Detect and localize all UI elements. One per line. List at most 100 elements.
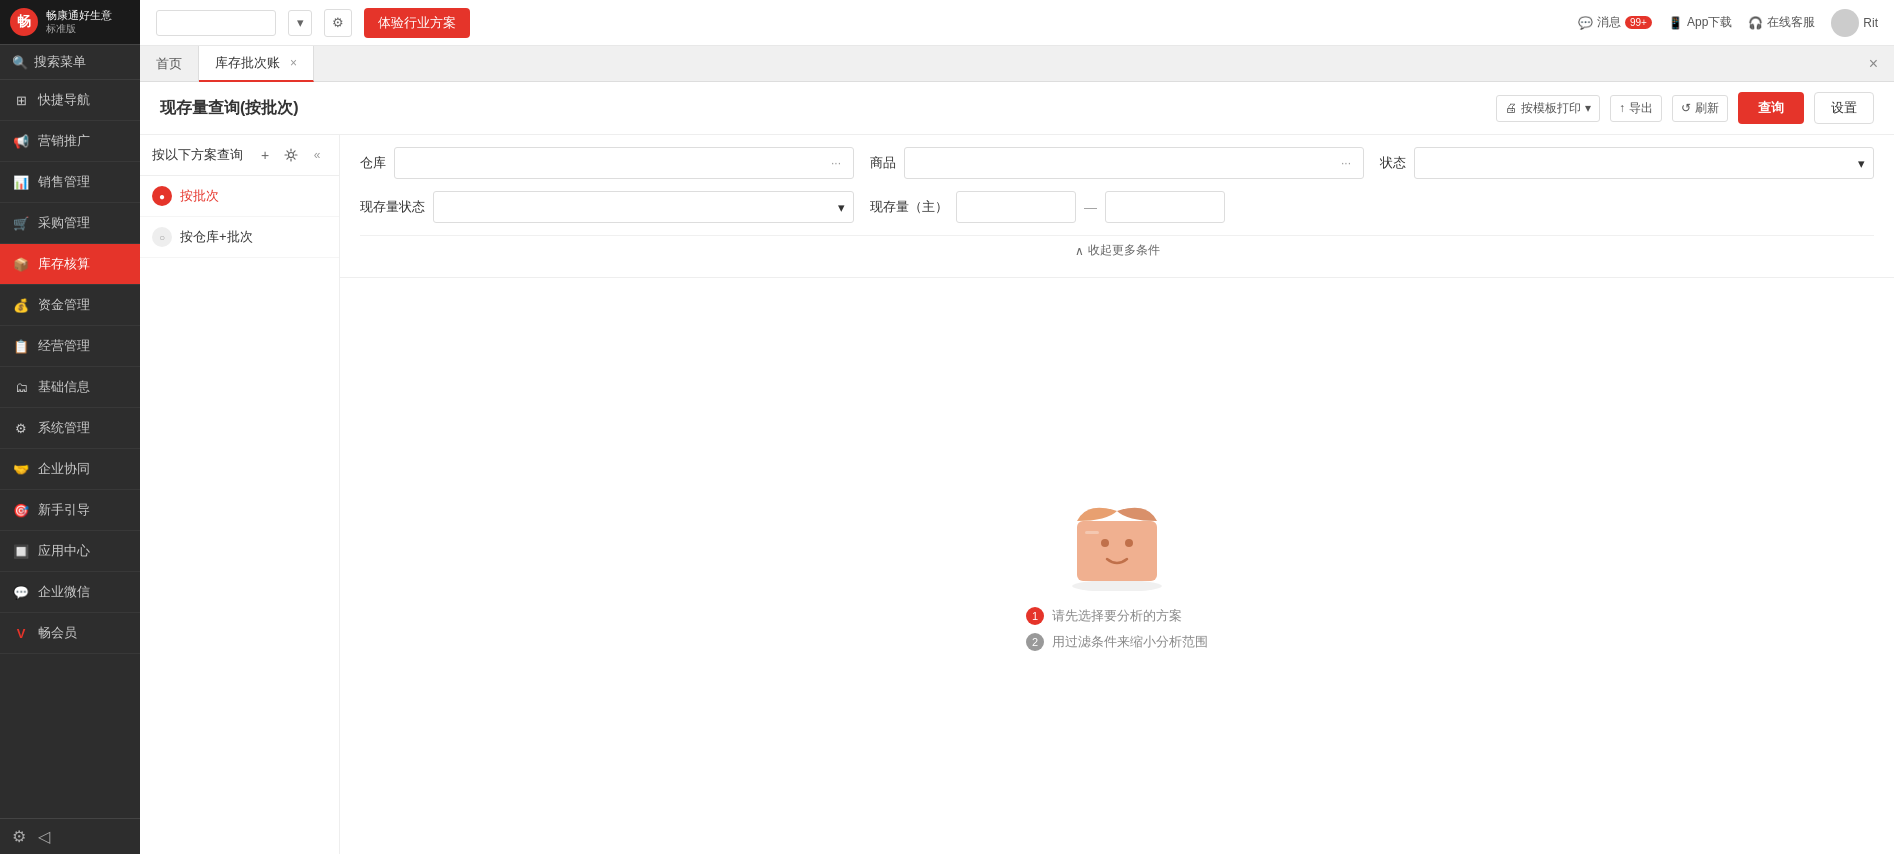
sidebar-footer: ⚙ ◁	[0, 818, 140, 854]
sidebar-item-label: 快捷导航	[38, 91, 90, 109]
sidebar-item-system[interactable]: ⚙ 系统管理	[0, 408, 140, 449]
svg-point-0	[289, 153, 294, 158]
sidebar-item-apps[interactable]: 🔲 应用中心	[0, 531, 140, 572]
sidebar-item-purchase[interactable]: 🛒 采购管理	[0, 203, 140, 244]
marketing-icon: 📢	[12, 132, 30, 150]
finance-icon: 💰	[12, 296, 30, 314]
sidebar-item-sales[interactable]: 📊 销售管理	[0, 162, 140, 203]
sidebar-item-label: 畅会员	[38, 624, 77, 642]
left-panel-actions: + «	[255, 145, 327, 165]
empty-illustration	[1057, 481, 1177, 591]
sidebar-settings-icon[interactable]: ⚙	[12, 827, 26, 846]
online-service-btn[interactable]: 🎧 在线客服	[1748, 14, 1815, 31]
export-btn[interactable]: ↑ 导出	[1610, 95, 1662, 122]
scheme-label: 按批次	[180, 187, 219, 205]
sidebar-item-label: 库存核算	[38, 255, 90, 273]
status-dropdown-icon: ▾	[1858, 156, 1865, 171]
tab-close-btn[interactable]: ×	[290, 56, 297, 70]
gear-icon: ⚙	[332, 15, 344, 30]
sidebar-item-wechat[interactable]: 💬 企业微信	[0, 572, 140, 613]
app-download-btn[interactable]: 📱 App下载	[1668, 14, 1732, 31]
sidebar-item-newbie[interactable]: 🎯 新手引导	[0, 490, 140, 531]
tab-home[interactable]: 首页	[140, 46, 199, 82]
app-logo: 畅	[10, 8, 38, 36]
sidebar-item-label: 企业微信	[38, 583, 90, 601]
print-dropdown-icon: ▾	[1585, 101, 1591, 115]
sidebar-item-operation[interactable]: 📋 经营管理	[0, 326, 140, 367]
inventory-status-select[interactable]: ▾	[433, 191, 854, 223]
inventory-amount-end-input[interactable]	[1114, 200, 1282, 215]
trial-button[interactable]: 体验行业方案	[364, 8, 470, 38]
main-area: ▾ ⚙ 体验行业方案 💬 消息 99+ 📱 App下载 🎧 在线客服 Rit	[140, 0, 1894, 854]
sidebar-item-label: 营销推广	[38, 132, 90, 150]
scheme-settings-btn[interactable]	[281, 145, 301, 165]
sidebar-item-label: 基础信息	[38, 378, 90, 396]
empty-tip-2: 2 用过滤条件来缩小分析范围	[1026, 633, 1208, 651]
wechat-icon: 💬	[12, 583, 30, 601]
warehouse-input-wrapper[interactable]: ···	[394, 147, 854, 179]
member-icon: V	[12, 624, 30, 642]
sidebar-item-marketing[interactable]: 📢 营销推广	[0, 121, 140, 162]
sidebar-item-enterprise[interactable]: 🤝 企业协同	[0, 449, 140, 490]
page-header-actions: 🖨 按模板打印 ▾ ↑ 导出 ↺ 刷新 查询 设置	[1496, 92, 1874, 124]
scheme-item-by-warehouse-batch[interactable]: ○ 按仓库+批次	[140, 217, 339, 258]
empty-tips: 1 请先选择要分析的方案 2 用过滤条件来缩小分析范围	[1026, 607, 1208, 651]
warehouse-input[interactable]	[403, 156, 827, 171]
query-btn[interactable]: 查询	[1738, 92, 1804, 124]
svg-point-4	[1125, 539, 1133, 547]
export-icon: ↑	[1619, 101, 1625, 115]
warehouse-more-btn[interactable]: ···	[827, 156, 845, 170]
topbar-dropdown-btn[interactable]: ▾	[288, 10, 312, 36]
refresh-btn[interactable]: ↺ 刷新	[1672, 95, 1728, 122]
messages-btn[interactable]: 💬 消息 99+	[1578, 14, 1652, 31]
product-more-btn[interactable]: ···	[1337, 156, 1355, 170]
search-label: 搜索菜单	[34, 53, 86, 71]
tab-inventory-batch[interactable]: 库存批次账 ×	[199, 46, 314, 82]
settings-btn[interactable]: 设置	[1814, 92, 1874, 124]
topbar-nav-input[interactable]	[156, 10, 276, 36]
empty-state: 1 请先选择要分析的方案 2 用过滤条件来缩小分析范围	[340, 278, 1894, 854]
sidebar-nav: ⊞ 快捷导航 📢 营销推广 📊 销售管理 🛒 采购管理 📦 库存核算 💰 资金管…	[0, 80, 140, 818]
sidebar: 畅 畅康通好生意 标准版 🔍 搜索菜单 ⊞ 快捷导航 📢 营销推广 📊 销售管理…	[0, 0, 140, 854]
sidebar-item-inventory[interactable]: 📦 库存核算	[0, 244, 140, 285]
sidebar-item-member[interactable]: V 畅会员	[0, 613, 140, 654]
print-btn[interactable]: 🖨 按模板打印 ▾	[1496, 95, 1600, 122]
sidebar-item-label: 企业协同	[38, 460, 90, 478]
service-icon: 🎧	[1748, 16, 1763, 30]
add-scheme-btn[interactable]: +	[255, 145, 275, 165]
enterprise-icon: 🤝	[12, 460, 30, 478]
filter-row-1: 仓库 ··· 商品 ···	[360, 147, 1874, 179]
sidebar-item-quick-nav[interactable]: ⊞ 快捷导航	[0, 80, 140, 121]
print-icon: 🖨	[1505, 101, 1517, 115]
sidebar-item-basic[interactable]: 🗂 基础信息	[0, 367, 140, 408]
tabbar-close-btn[interactable]: ×	[1861, 55, 1886, 73]
svg-point-1	[1072, 580, 1162, 591]
scheme-label: 按仓库+批次	[180, 228, 253, 246]
status-field: 状态 ▾	[1380, 147, 1874, 179]
app-download-label: App下载	[1687, 14, 1732, 31]
collapse-more-btn[interactable]: ∧ 收起更多条件	[360, 235, 1874, 265]
collapse-left-panel-btn[interactable]: «	[307, 145, 327, 165]
sidebar-item-label: 经营管理	[38, 337, 90, 355]
topbar-gear-btn[interactable]: ⚙	[324, 9, 352, 37]
sidebar-item-finance[interactable]: 💰 资金管理	[0, 285, 140, 326]
inventory-amount-start-wrapper[interactable]	[956, 191, 1076, 223]
filter-area: 仓库 ··· 商品 ···	[340, 135, 1894, 278]
warehouse-field: 仓库 ···	[360, 147, 854, 179]
tip-2-text: 用过滤条件来缩小分析范围	[1052, 633, 1208, 651]
dropdown-icon: ▾	[297, 15, 304, 30]
tip-1-num: 1	[1026, 607, 1044, 625]
product-input-wrapper[interactable]: ···	[904, 147, 1364, 179]
tab-inventory-batch-label: 库存批次账	[215, 54, 280, 72]
warehouse-label: 仓库	[360, 154, 386, 172]
inventory-status-field: 现存量状态 ▾	[360, 191, 854, 223]
sidebar-collapse-icon[interactable]: ◁	[38, 827, 50, 846]
scheme-item-by-batch[interactable]: ● 按批次	[140, 176, 339, 217]
user-menu[interactable]: Rit	[1831, 9, 1878, 37]
sidebar-search[interactable]: 🔍 搜索菜单	[0, 45, 140, 80]
inventory-amount-field: 现存量（主） —	[870, 191, 1364, 223]
inventory-amount-end-wrapper[interactable]	[1105, 191, 1225, 223]
status-select[interactable]: ▾	[1414, 147, 1874, 179]
product-input[interactable]	[913, 156, 1337, 171]
service-label: 在线客服	[1767, 14, 1815, 31]
